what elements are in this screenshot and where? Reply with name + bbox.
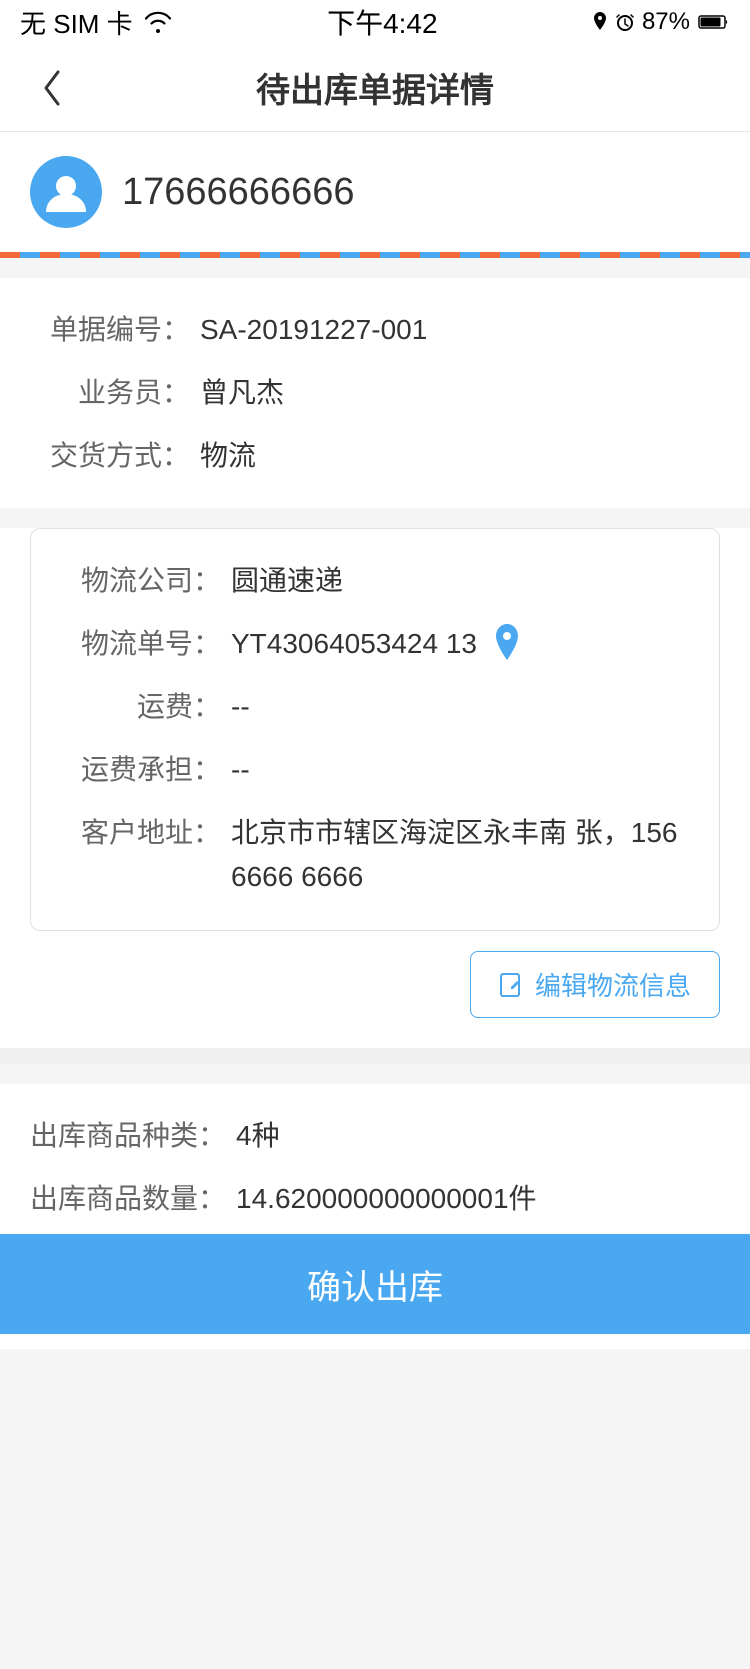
page-title: 待出库单据详情 xyxy=(256,63,494,112)
edit-logistics-btn-wrap: 编辑物流信息 xyxy=(0,931,750,1048)
goods-types-label: 出库商品种类： xyxy=(30,1114,226,1159)
customer-phone: 17666666666 xyxy=(122,171,354,214)
tracking-no-label: 物流单号： xyxy=(61,622,221,667)
battery-label: 87% xyxy=(642,8,690,36)
address-value: 北京市市辖区海淀区永丰南 张，156 6666 6666 xyxy=(231,811,689,901)
salesman-row: 业务员： 曾凡杰 xyxy=(30,371,720,416)
salesman-value: 曾凡杰 xyxy=(200,371,720,416)
logistics-company-row: 物流公司： 圆通速递 xyxy=(61,559,689,604)
logistics-section: 物流公司： 圆通速递 物流单号： YT43064053424 13 运费： --… xyxy=(0,528,750,1048)
back-icon xyxy=(40,68,64,108)
logistics-company-value: 圆通速递 xyxy=(231,559,689,604)
order-info-section: 单据编号： SA-20191227-001 业务员： 曾凡杰 交货方式： 物流 xyxy=(0,278,750,508)
logistics-company-label: 物流公司： xyxy=(61,559,221,604)
carrier-label: 无 SIM 卡 xyxy=(20,4,133,41)
dashed-divider xyxy=(0,252,750,258)
freight-row: 运费： -- xyxy=(61,685,689,730)
edit-icon xyxy=(499,972,525,998)
delivery-method-value: 物流 xyxy=(200,434,720,479)
avatar-icon xyxy=(42,168,90,216)
logistics-card: 物流公司： 圆通速递 物流单号： YT43064053424 13 运费： --… xyxy=(30,528,720,931)
goods-quantity-label: 出库商品数量： xyxy=(30,1177,226,1222)
status-time: 下午4:42 xyxy=(327,2,438,42)
address-row: 客户地址： 北京市市辖区海淀区永丰南 张，156 6666 6666 xyxy=(61,811,689,901)
order-no-label: 单据编号： xyxy=(30,308,190,353)
status-right: 87% xyxy=(592,8,730,36)
battery-icon xyxy=(698,14,730,30)
freight-label: 运费： xyxy=(61,685,221,730)
goods-types-value: 4种 xyxy=(236,1114,720,1159)
empty-area xyxy=(0,1349,750,1569)
order-no-row: 单据编号： SA-20191227-001 xyxy=(30,308,720,353)
tracking-no-row: 物流单号： YT43064053424 13 xyxy=(61,622,689,667)
status-left: 无 SIM 卡 xyxy=(20,4,173,41)
wifi-icon xyxy=(143,11,173,33)
back-button[interactable] xyxy=(30,66,74,110)
confirm-button[interactable]: 确认出库 xyxy=(0,1234,750,1334)
order-no-value: SA-20191227-001 xyxy=(200,308,720,353)
delivery-method-row: 交货方式： 物流 xyxy=(30,434,720,479)
tracking-no-value: YT43064053424 13 xyxy=(231,622,689,667)
goods-quantity-value: 14.620000000000001件 xyxy=(236,1177,720,1222)
section-divider xyxy=(0,1048,750,1064)
salesman-label: 业务员： xyxy=(30,371,190,416)
freight-bearer-row: 运费承担： -- xyxy=(61,748,689,793)
nav-bar: 待出库单据详情 xyxy=(0,44,750,132)
tracking-location-icon[interactable] xyxy=(489,624,525,660)
delivery-method-label: 交货方式： xyxy=(30,434,190,479)
goods-quantity-row: 出库商品数量： 14.620000000000001件 xyxy=(30,1177,720,1222)
bottom-space xyxy=(0,1569,750,1669)
freight-bearer-value: -- xyxy=(231,748,689,793)
location-status-icon xyxy=(592,12,608,32)
goods-types-row: 出库商品种类： 4种 xyxy=(30,1114,720,1159)
goods-section: 出库商品种类： 4种 出库商品数量： 14.620000000000001件 xyxy=(0,1084,750,1252)
alarm-icon xyxy=(616,12,634,32)
customer-header: 17666666666 xyxy=(0,132,750,252)
address-label: 客户地址： xyxy=(61,811,221,901)
freight-bearer-label: 运费承担： xyxy=(61,748,221,793)
status-bar: 无 SIM 卡 下午4:42 87% xyxy=(0,0,750,44)
freight-value: -- xyxy=(231,685,689,730)
edit-logistics-button[interactable]: 编辑物流信息 xyxy=(470,951,720,1018)
avatar xyxy=(30,156,102,228)
